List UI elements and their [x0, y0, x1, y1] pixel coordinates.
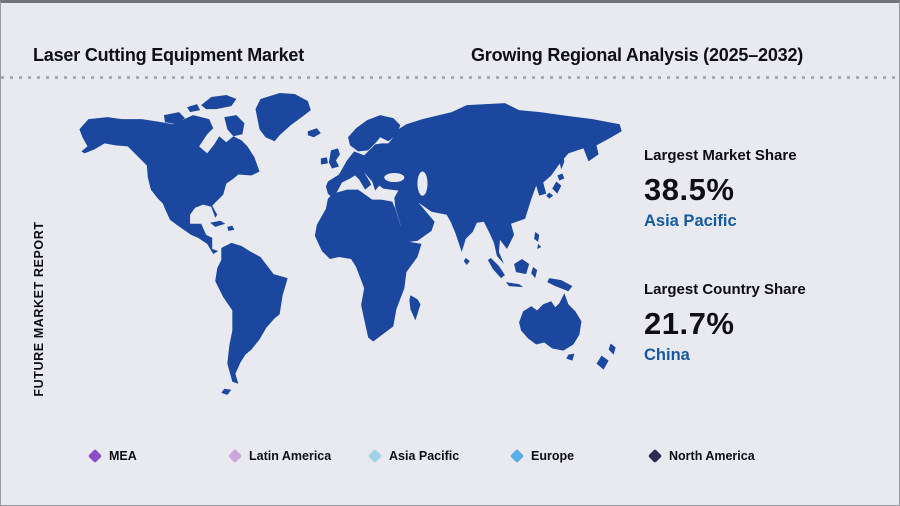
stat-region: China	[644, 346, 690, 364]
legend-item-north-america: North America	[647, 448, 755, 464]
legend-label: Europe	[531, 449, 575, 463]
stat-largest-market-share: Largest Market Share 38.5% Asia Pacific	[644, 147, 884, 231]
map-caspian-sea	[417, 171, 428, 196]
stat-value: 38.5%	[644, 172, 735, 207]
stat-largest-country-share: Largest Country Share 21.7% China	[644, 281, 884, 365]
page-title: Laser Cutting Equipment Market	[33, 45, 305, 65]
stat-label: Largest Market Share	[644, 147, 797, 164]
diamond-icon	[87, 448, 103, 464]
brand-watermark: FUTURE MARKET REPORT	[32, 221, 46, 397]
diamond-icon	[227, 448, 243, 464]
map-south-america	[215, 242, 288, 384]
map-madagascar	[409, 295, 421, 321]
map-britain	[328, 148, 340, 169]
map-iceland	[307, 128, 321, 138]
diamond-icon	[367, 448, 383, 464]
map-japan	[546, 192, 554, 199]
legend-label: Asia Pacific	[389, 449, 460, 463]
map-new-guinea	[547, 278, 573, 292]
map-philippines	[537, 243, 542, 249]
map-philippines	[534, 231, 540, 242]
dotted-divider	[1, 76, 899, 79]
map-ireland	[320, 157, 328, 165]
stat-region: Asia Pacific	[644, 212, 737, 230]
map-arctic-island	[224, 115, 245, 137]
map-sri-lanka	[463, 258, 470, 266]
infographic-frame: Laser Cutting Equipment Market Growing R…	[0, 0, 900, 506]
legend-item-asia-pacific: Asia Pacific	[367, 448, 460, 464]
world-map	[59, 91, 625, 423]
legend-item-latin-america: Latin America	[227, 448, 332, 464]
diamond-icon	[509, 448, 525, 464]
legend-item-europe: Europe	[509, 448, 575, 464]
map-borneo	[514, 259, 530, 275]
page-subtitle: Growing Regional Analysis (2025–2032)	[471, 45, 804, 65]
map-java	[505, 282, 524, 288]
map-black-sea	[384, 172, 405, 183]
map-arctic-island	[201, 95, 237, 110]
map-tierra-del-fuego	[221, 388, 232, 395]
legend-item-mea: MEA	[87, 448, 137, 464]
map-arctic-island	[187, 104, 201, 113]
stats-panel: Largest Market Share 38.5% Asia Pacific …	[644, 147, 884, 365]
stat-value: 21.7%	[644, 306, 735, 341]
legend-label: MEA	[109, 449, 137, 463]
map-australia	[519, 293, 582, 351]
map-new-zealand	[596, 355, 609, 370]
legend: MEA Latin America Asia Pacific Europe No…	[1, 448, 899, 471]
map-tasmania	[566, 353, 575, 361]
map-greenland	[255, 93, 311, 142]
map-cuba	[210, 220, 226, 227]
map-north-america	[79, 115, 260, 254]
stat-label: Largest Country Share	[644, 281, 806, 298]
map-new-zealand	[608, 343, 616, 355]
legend-label: Latin America	[249, 449, 332, 463]
map-japan	[557, 173, 565, 181]
map-hispaniola	[227, 225, 235, 231]
world-map-svg	[79, 93, 622, 395]
diamond-icon	[647, 448, 663, 464]
legend-label: North America	[669, 449, 755, 463]
map-japan	[552, 181, 562, 194]
map-sulawesi	[531, 267, 538, 279]
